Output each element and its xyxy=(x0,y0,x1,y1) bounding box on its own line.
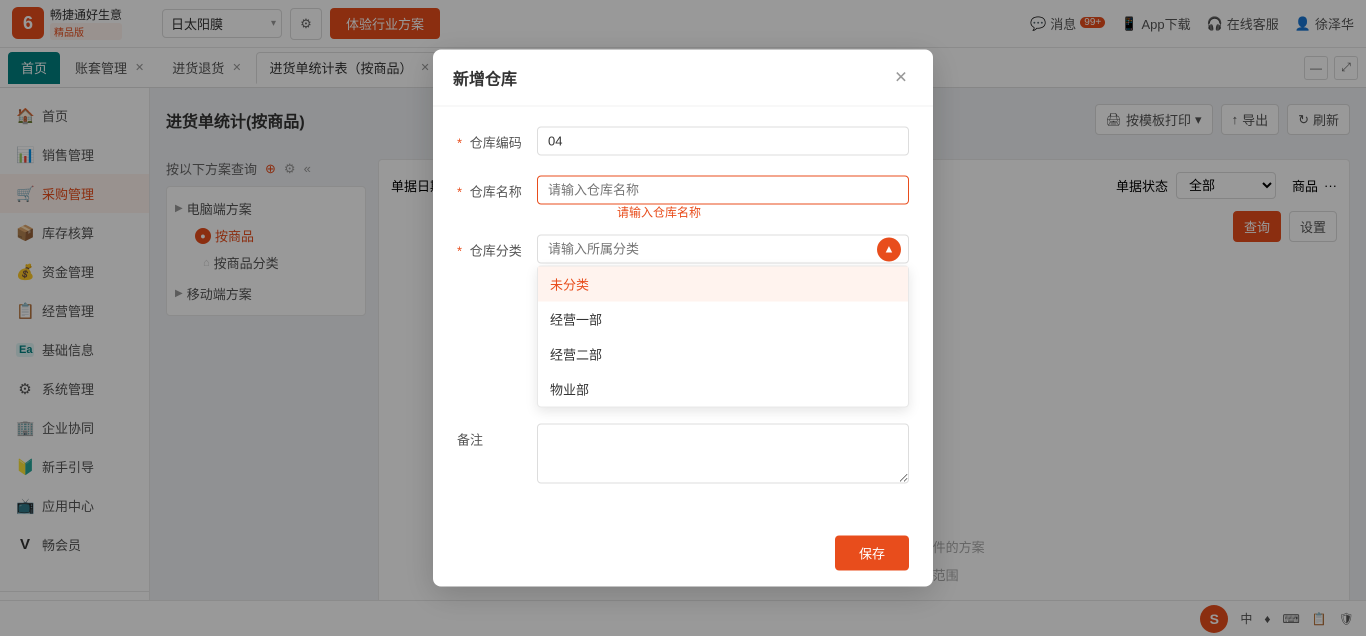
modal-close-button[interactable]: ✕ xyxy=(889,66,913,90)
code-label: * 仓库编码 xyxy=(457,127,537,152)
dropdown-item-property[interactable]: 物业部 xyxy=(538,372,908,407)
name-row: * 仓库名称 请输入仓库名称 xyxy=(457,176,909,205)
save-button[interactable]: 保存 xyxy=(835,536,909,571)
dropdown-item-dept2[interactable]: 经营二部 xyxy=(538,337,908,372)
category-dropdown: 未分类 经营一部 经营二部 物业部 xyxy=(537,266,909,408)
modal-footer: 保存 xyxy=(433,524,933,587)
note-label: 备注 xyxy=(457,424,537,449)
name-input-wrap: 请输入仓库名称 xyxy=(537,176,909,205)
new-warehouse-modal: 新增仓库 ✕ * 仓库编码 * 仓库名称 请输入仓库名称 * xyxy=(433,50,933,587)
name-required-star: * xyxy=(457,185,462,200)
dropdown-item-unclassified[interactable]: 未分类 xyxy=(538,267,908,302)
name-label: * 仓库名称 xyxy=(457,176,537,201)
name-input[interactable] xyxy=(537,176,909,205)
category-input[interactable] xyxy=(537,235,909,264)
modal-title: 新增仓库 xyxy=(453,66,517,90)
category-row: * 仓库分类 ▲ 未分类 经营一部 经营二部 物业部 xyxy=(457,235,909,264)
note-row: 备注 xyxy=(457,424,909,484)
modal-header: 新增仓库 ✕ xyxy=(433,50,933,107)
category-chevron-icon[interactable]: ▲ xyxy=(877,237,901,261)
dropdown-item-dept1[interactable]: 经营一部 xyxy=(538,302,908,337)
category-wrap: ▲ 未分类 经营一部 经营二部 物业部 xyxy=(537,235,909,264)
code-required-star: * xyxy=(457,136,462,151)
code-row: * 仓库编码 xyxy=(457,127,909,156)
note-textarea[interactable] xyxy=(537,424,909,484)
name-error-message: 请输入仓库名称 xyxy=(617,204,701,221)
category-label: * 仓库分类 xyxy=(457,235,537,260)
category-required-star: * xyxy=(457,244,462,259)
modal-body: * 仓库编码 * 仓库名称 请输入仓库名称 * 仓库分类 ▲ xyxy=(433,107,933,524)
code-input[interactable] xyxy=(537,127,909,156)
